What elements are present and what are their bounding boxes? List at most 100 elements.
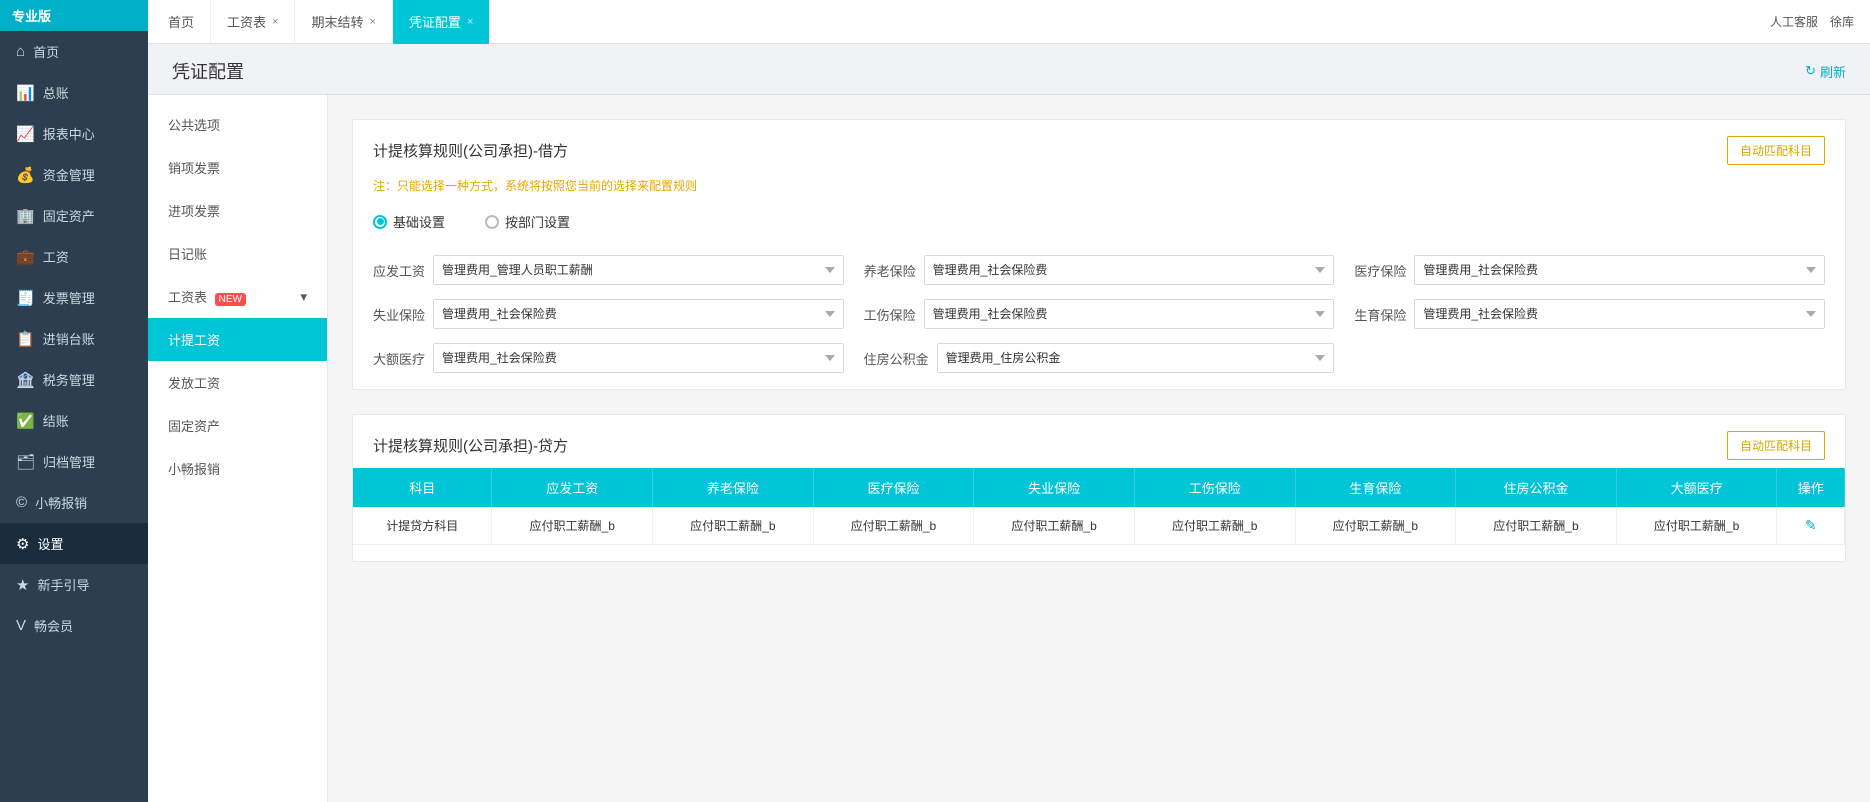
sidebar-item-general-ledger[interactable]: 📊 总账 [0,72,148,113]
credit-table-wrapper: 科目 应发工资 养老保险 医疗保险 失业保险 工伤保险 生育保险 住房公积金 大… [353,468,1845,561]
sidebar-item-label: 进销台账 [43,329,95,348]
select-yiliao-baoxian[interactable]: 管理费用_社会保险费 [1414,255,1825,285]
debit-auto-match-button[interactable]: 自动匹配科目 [1727,136,1825,165]
select-shengyu-baoxian[interactable]: 管理费用_社会保险费 [1414,299,1825,329]
sidebar-item-settings[interactable]: ⚙ 设置 [0,523,148,564]
archive-icon: 🗂 [16,453,35,471]
label-yingfa-gongzi: 应发工资 [373,261,425,280]
sidebar-item-label: 工资 [43,247,69,266]
sidebar-item-member[interactable]: V 畅会员 [0,605,148,646]
td-shengyu: 应付职工薪酬_b [1295,507,1456,545]
left-menu-payroll-table[interactable]: 工资表 NEW ▾ [148,275,327,318]
sidebar-item-label: 首页 [33,42,59,61]
refresh-button[interactable]: ↻ 刷新 [1805,62,1846,81]
td-zhufang: 应付职工薪酬_b [1456,507,1617,545]
left-menu-journal[interactable]: 日记账 [148,232,327,275]
credit-table-header: 科目 应发工资 养老保险 医疗保险 失业保险 工伤保险 生育保险 住房公积金 大… [353,468,1845,507]
left-menu-purchase-invoice[interactable]: 进项发票 [148,189,327,232]
sidebar-item-archive[interactable]: 🗂 归档管理 [0,441,148,482]
tab-payroll-table[interactable]: 工资表 × [211,0,295,44]
sidebar-item-invoice-management[interactable]: 🧾 发票管理 [0,277,148,318]
credit-table: 科目 应发工资 养老保险 医疗保险 失业保险 工伤保险 生育保险 住房公积金 大… [353,468,1845,545]
tab-period-end-label: 期末结转 [311,12,363,31]
sidebar-item-home[interactable]: ⌂ 首页 [0,31,148,72]
select-yanglao-baoxian[interactable]: 管理费用_社会保险费 [924,255,1335,285]
radio-basic-setting[interactable]: 基础设置 [373,212,445,231]
th-action: 操作 [1777,468,1845,507]
select-yingfa-gongzi[interactable]: 管理费用_管理人员职工薪酬 [433,255,844,285]
sidebar-item-xiaochang-expense[interactable]: © 小畅报销 [0,482,148,523]
sidebar-item-settlement[interactable]: ✅ 结账 [0,400,148,441]
close-payroll-tab[interactable]: × [272,16,278,28]
select-shiye-baoxian[interactable]: 管理费用_社会保险费 [433,299,844,329]
select-gongshang-baoxian[interactable]: 管理费用_社会保险费 [924,299,1335,329]
label-gongshang-baoxian: 工伤保险 [864,305,916,324]
left-menu-xiaochang-expense[interactable]: 小畅报销 [148,447,327,490]
sidebar-item-label: 报表中心 [43,124,95,143]
sidebar-item-purchase-sales[interactable]: 📋 进销台账 [0,318,148,359]
label-yiliao-baoxian: 医疗保险 [1354,261,1406,280]
radio-department-circle [485,215,499,229]
radio-department-setting[interactable]: 按部门设置 [485,212,570,231]
left-menu-public-options[interactable]: 公共选项 [148,103,327,146]
left-menu-payroll-distribute[interactable]: 发放工资 [148,361,327,404]
tab-voucher-config-label: 凭证配置 [409,12,461,31]
credit-section-title: 计提核算规则(公司承担)-贷方 [373,435,568,456]
select-zhufang-gongjin[interactable]: 管理费用_住房公积金 [937,343,1335,373]
left-menu-sales-invoice[interactable]: 销项发票 [148,146,327,189]
close-voucher-config-tab[interactable]: × [467,16,473,28]
content-area: 公共选项 销项发票 进项发票 日记账 工资表 NEW ▾ 计提工资 [148,95,1870,802]
sidebar-item-label: 小畅报销 [35,493,87,512]
label-shiye-baoxian: 失业保险 [373,305,425,324]
debit-section-note: 注：只能选择一种方式，系统将按照您当前的选择来配置规则 [353,173,1845,204]
th-subject: 科目 [353,468,492,507]
td-action[interactable]: ✎ [1777,507,1845,545]
debit-form-grid: 应发工资 管理费用_管理人员职工薪酬 养老保险 管理费用_社会保险费 医疗保险 [353,243,1845,389]
credit-auto-match-button[interactable]: 自动匹配科目 [1727,431,1825,460]
left-menu-payroll-accrual[interactable]: 计提工资 [148,318,327,361]
left-menu-label: 计提工资 [168,330,220,349]
home-icon: ⌂ [16,43,25,60]
sidebar-item-payroll[interactable]: 💼 工资 [0,236,148,277]
v-icon: V [16,617,26,634]
label-shengyu-baoxian: 生育保险 [1354,305,1406,324]
star-icon: ★ [16,576,29,594]
select-dae-yiliao[interactable]: 管理费用_社会保险费 [433,343,844,373]
building-icon: 🏢 [16,207,35,225]
left-menu-label: 工资表 NEW [168,287,246,306]
top-right-area: 人工客服 徐库 [1770,13,1870,30]
sidebar-item-label: 发票管理 [43,288,95,307]
left-menu-label: 日记账 [168,244,207,263]
tab-home[interactable]: 首页 [152,0,211,44]
th-shiye: 失业保险 [974,468,1135,507]
left-menu-fixed-assets[interactable]: 固定资产 [148,404,327,447]
sidebar-item-new-guide[interactable]: ★ 新手引导 [0,564,148,605]
sidebar-item-label: 资金管理 [43,165,95,184]
username-label: 徐库 [1830,13,1854,30]
debit-section-title: 计提核算规则(公司承担)-借方 [373,140,568,161]
sidebar-item-tax-management[interactable]: 🏦 税务管理 [0,359,148,400]
user-service-label[interactable]: 人工客服 [1770,13,1818,30]
debit-section-header: 计提核算规则(公司承担)-借方 自动匹配科目 [353,120,1845,173]
field-shengyu-baoxian: 生育保险 管理费用_社会保险费 [1354,299,1825,329]
tab-period-end[interactable]: 期末结转 × [295,0,392,44]
field-gongshang-baoxian: 工伤保险 管理费用_社会保险费 [864,299,1335,329]
chart-icon: 📊 [16,84,35,102]
sidebar-item-label: 归档管理 [43,452,95,471]
radio-basic-circle [373,215,387,229]
sidebar-item-fixed-assets[interactable]: 🏢 固定资产 [0,195,148,236]
copyright-icon: © [16,494,27,511]
field-zhufang-gongjin: 住房公积金 管理费用_住房公积金 [864,343,1335,373]
left-menu-label: 固定资产 [168,416,220,435]
label-yanglao-baoxian: 养老保险 [864,261,916,280]
edit-icon[interactable]: ✎ [1805,517,1817,533]
top-nav: 首页 工资表 × 期末结转 × 凭证配置 × 人工客服 徐库 [148,0,1870,44]
sidebar-item-report-center[interactable]: 📈 报表中心 [0,113,148,154]
field-yingfa-gongzi: 应发工资 管理费用_管理人员职工薪酬 [373,255,844,285]
tab-voucher-config[interactable]: 凭证配置 × [393,0,490,44]
main-area: 首页 工资表 × 期末结转 × 凭证配置 × 人工客服 徐库 凭证配置 ↻ 刷新 [148,0,1870,802]
close-period-end-tab[interactable]: × [369,16,375,28]
sidebar-item-fund-management[interactable]: 💰 资金管理 [0,154,148,195]
td-yanglao: 应付职工薪酬_b [653,507,814,545]
invoice-icon: 🧾 [16,289,35,307]
